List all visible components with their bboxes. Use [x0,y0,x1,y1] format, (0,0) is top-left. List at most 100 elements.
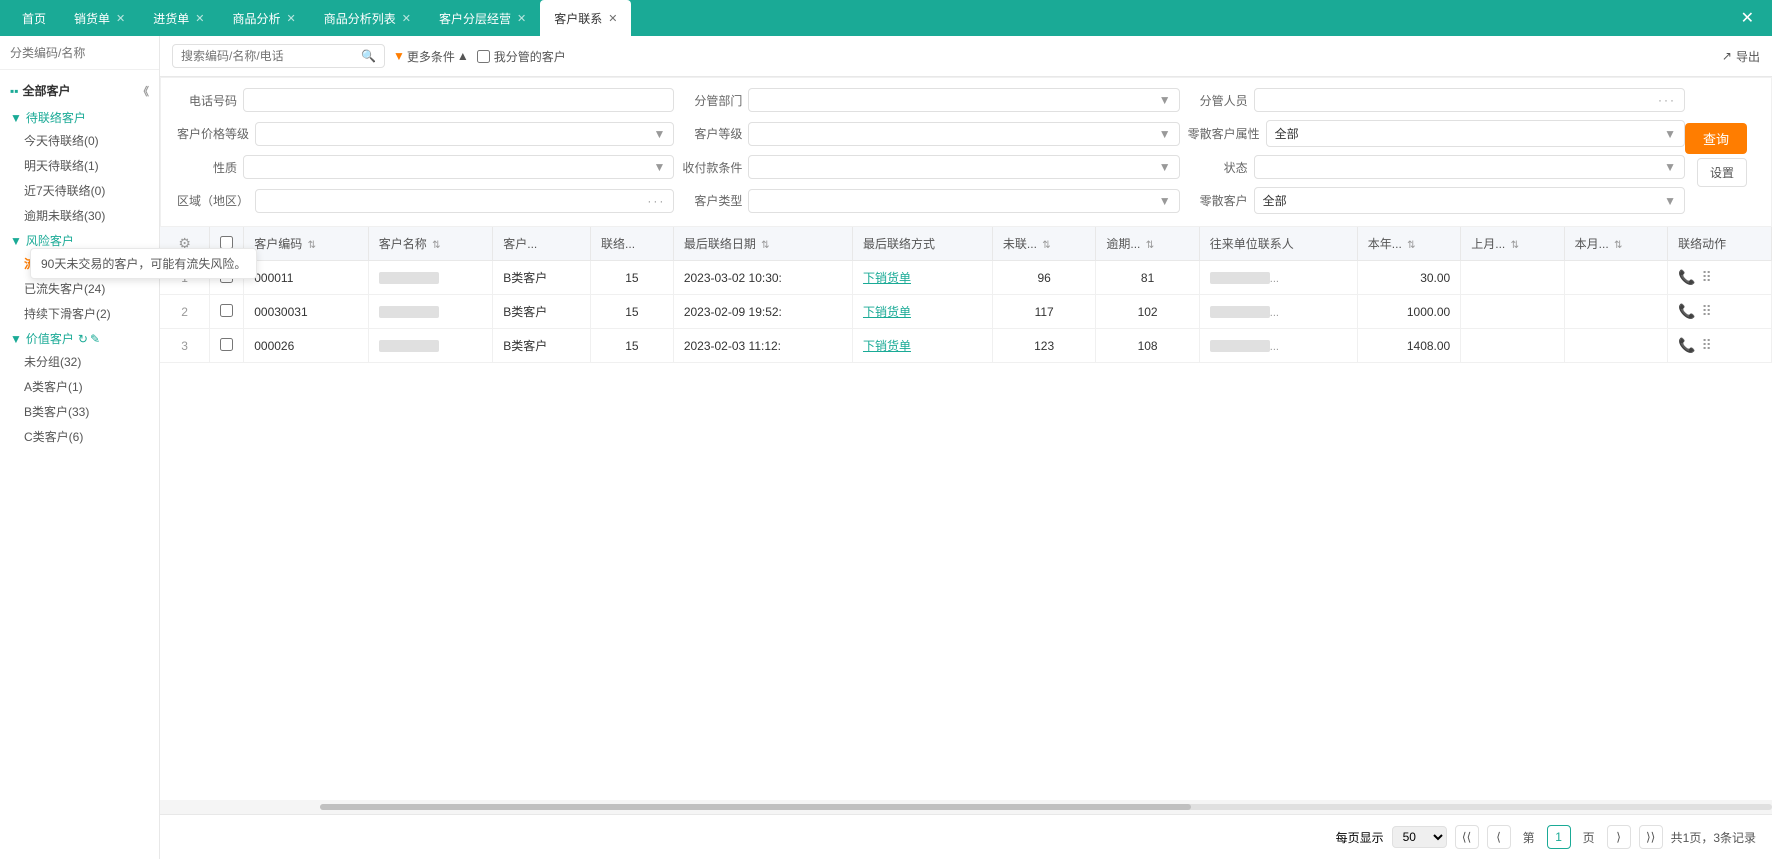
row-checkbox[interactable] [220,304,233,317]
last-month-sort-icon[interactable]: ⇅ [1511,240,1519,251]
price-level-select[interactable]: ▼ [255,122,674,146]
sidebar-item-today[interactable]: 今天待联络(0) [10,128,149,153]
my-customer-checkbox[interactable] [477,50,490,63]
total-info: 共1页，3条记录 [1671,829,1756,846]
tab-home[interactable]: 首页 [8,0,60,36]
row-last-way[interactable]: 下销货单 [852,295,992,329]
row-code: 00030031 [244,295,369,329]
manager-dots[interactable]: ··· [1658,93,1676,107]
row-last-way[interactable]: 下销货单 [852,329,992,363]
customer-type-select[interactable]: ▼ [748,189,1179,213]
zero-attr-select[interactable]: 全部 ▼ [1266,120,1685,147]
region-dots[interactable]: ··· [647,194,665,208]
first-page-button[interactable]: ⟨⟨ [1455,825,1479,849]
tab-customer-contact-close[interactable]: ✕ [608,12,617,25]
content-area: 🔍 ▼ 更多条件 ▲ 我分管的客户 ↗ 导出 [160,36,1772,859]
sidebar-all-customers[interactable]: ▪▪ 全部客户 《 [10,76,149,105]
row-partner: ... [1199,329,1357,363]
tab-analysis-close[interactable]: ✕ [287,12,296,25]
region-select[interactable]: ··· [255,189,674,213]
sidebar-item-declining[interactable]: 持续下滑客户(2) [10,301,149,326]
sidebar-item-c-class[interactable]: C类客户(6) [10,424,149,449]
filter-field-customer-type: 客户类型 ▼ [682,189,1179,213]
export-button[interactable]: ↗ 导出 [1722,48,1760,65]
row-this-month [1564,329,1667,363]
tab-customer-layer[interactable]: 客户分层经营 ✕ [425,0,540,36]
row-checkbox[interactable] [220,338,233,351]
tab-sales[interactable]: 销货单 ✕ [60,0,139,36]
setting-button[interactable]: 设置 [1697,158,1747,187]
action-phone-icon[interactable]: 📞 [1678,337,1695,354]
last-page-button[interactable]: ⟩⟩ [1639,825,1663,849]
tab-purchase[interactable]: 进货单 ✕ [139,0,218,36]
th-last-date: 最后联络日期 ⇅ [673,227,852,261]
sidebar-item-a-class[interactable]: A类客户(1) [10,374,149,399]
scroll-bar-track[interactable] [320,804,1772,810]
row-last-way[interactable]: 下销货单 [852,261,992,295]
status-arrow: ▼ [1664,160,1676,174]
tab-bar: 首页 销货单 ✕ 进货单 ✕ 商品分析 ✕ 商品分析列表 ✕ 客户分层经营 ✕ … [0,0,1772,36]
action-phone-icon[interactable]: 📞 [1678,303,1695,320]
sidebar-section-root: ▪▪ 全部客户 《 ▼ 待联络客户 今天待联络(0) 明天待联络(1) 近7天待… [0,70,159,455]
tab-analysis[interactable]: 商品分析 ✕ [218,0,309,36]
sidebar-item-ungrouped[interactable]: 未分组(32) [10,349,149,374]
row-this-month [1564,295,1667,329]
row-checkbox-cell[interactable] [210,329,244,363]
value-edit-icon[interactable]: ✎ [90,332,100,346]
sidebar-item-tomorrow[interactable]: 明天待联络(1) [10,153,149,178]
sidebar-item-churned[interactable]: 已流失客户(24) [10,276,149,301]
date-sort-icon[interactable]: ⇅ [761,240,769,251]
sidebar-search-input[interactable] [10,46,160,60]
tab-analysis-list-close[interactable]: ✕ [402,12,411,25]
scroll-bar-wrap[interactable] [160,800,1772,814]
search-btn[interactable]: 🔍 [361,49,376,63]
row-code: 000011 [244,261,369,295]
row-this-year: 1000.00 [1357,295,1460,329]
tab-customer-layer-close[interactable]: ✕ [517,12,526,25]
tab-customer-contact[interactable]: 客户联系 ✕ [540,0,631,36]
row-overdue: 102 [1096,295,1199,329]
action-more-icon[interactable]: ⠿ [1702,337,1712,354]
row-checkbox-cell[interactable] [210,295,244,329]
next-page-button[interactable]: ⟩ [1607,825,1631,849]
filter-row-2: 客户价格等级 ▼ 客户等级 ▼ 零散客户属性 [177,120,1685,147]
name-sort-icon[interactable]: ⇅ [432,240,440,251]
page-size-select[interactable]: 50 100 200 [1392,826,1447,848]
phone-input[interactable] [243,88,674,112]
sidebar-group-value[interactable]: ▼ 价值客户 ↻ ✎ [10,326,149,349]
tab-analysis-list[interactable]: 商品分析列表 ✕ [310,0,425,36]
sidebar-item-b-class[interactable]: B类客户(33) [10,399,149,424]
action-more-icon[interactable]: ⠿ [1702,303,1712,320]
value-refresh-icon[interactable]: ↻ [78,332,88,346]
window-close-button[interactable]: ✕ [1731,8,1764,28]
action-phone-icon[interactable]: 📞 [1678,269,1695,286]
not-contacted-sort-icon[interactable]: ⇅ [1042,240,1050,251]
this-month-sort-icon[interactable]: ⇅ [1614,240,1622,251]
code-sort-icon[interactable]: ⇅ [308,240,316,251]
payment-select[interactable]: ▼ [748,155,1179,179]
sidebar-item-week[interactable]: 近7天待联络(0) [10,178,149,203]
gender-select[interactable]: ▼ [243,155,674,179]
pagination: 每页显示 50 100 200 ⟨⟨ ⟨ 第 1 页 ⟩ ⟩⟩ 共1页，3条记录 [160,814,1772,859]
select-all-checkbox[interactable] [220,236,233,249]
sidebar-group-pending[interactable]: ▼ 待联络客户 [10,105,149,128]
query-button[interactable]: 查询 [1685,123,1747,154]
prev-page-button[interactable]: ⟨ [1487,825,1511,849]
this-year-sort-icon[interactable]: ⇅ [1407,240,1415,251]
overdue-sort-icon[interactable]: ⇅ [1146,240,1154,251]
scroll-bar-thumb[interactable] [320,804,1191,810]
action-more-icon[interactable]: ⠿ [1702,269,1712,286]
th-code: 客户编码 ⇅ [244,227,369,261]
row-last-month [1461,261,1564,295]
sidebar-item-overdue[interactable]: 逾期未联络(30) [10,203,149,228]
tab-sales-close[interactable]: ✕ [116,12,125,25]
status-select[interactable]: ▼ [1254,155,1685,179]
dept-select[interactable]: ▼ [748,88,1179,112]
zero-customer-select[interactable]: 全部 ▼ [1254,187,1685,214]
more-filter-button[interactable]: ▼ 更多条件 ▲ [393,48,469,65]
tab-purchase-close[interactable]: ✕ [195,12,204,25]
customer-level-select[interactable]: ▼ [748,122,1179,146]
manager-select[interactable]: ··· [1254,88,1685,112]
search-input[interactable] [181,49,361,63]
sidebar-collapse-icon[interactable]: 《 [138,83,149,99]
